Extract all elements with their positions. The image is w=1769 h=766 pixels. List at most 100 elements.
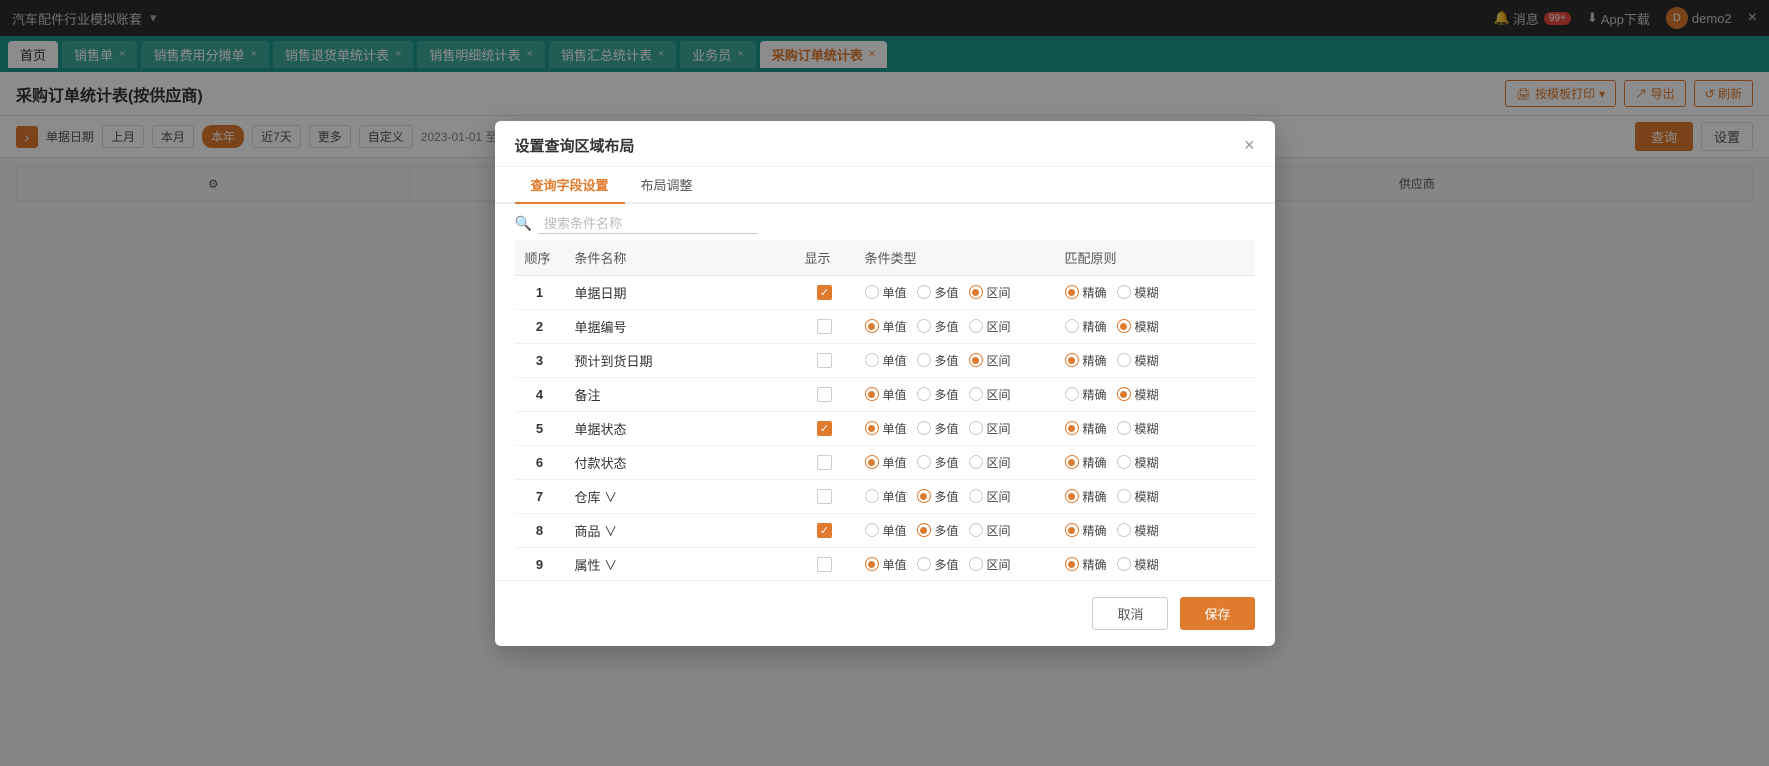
radio-match-fuzzy-9[interactable]: 模糊 — [1117, 556, 1159, 573]
radio-type-range-3[interactable]: 区间 — [969, 352, 1011, 369]
radio-type-single-3[interactable]: 单值 — [865, 352, 907, 369]
table-row: 3预计到货日期单值多值区间精确模糊 — [515, 343, 1255, 377]
checkbox-display-1[interactable] — [817, 285, 832, 300]
cell-type-5: 单值多值区间 — [855, 411, 1055, 445]
cell-type-2: 单值多值区间 — [855, 309, 1055, 343]
radio-type-single-1[interactable]: 单值 — [865, 284, 907, 301]
cell-display-1[interactable] — [795, 275, 855, 309]
radio-match-fuzzy-1[interactable]: 模糊 — [1117, 284, 1159, 301]
table-row: 7仓库 ∨单值多值区间精确模糊 — [515, 479, 1255, 513]
radio-match-exact-5[interactable]: 精确 — [1065, 420, 1107, 437]
cell-display-9[interactable] — [795, 547, 855, 580]
radio-match-fuzzy-7[interactable]: 模糊 — [1117, 488, 1159, 505]
cell-match-9: 精确模糊 — [1055, 547, 1255, 580]
cell-match-4: 精确模糊 — [1055, 377, 1255, 411]
save-label: 保存 — [1204, 607, 1230, 622]
radio-match-exact-8[interactable]: 精确 — [1065, 522, 1107, 539]
radio-type-multi-1[interactable]: 多值 — [917, 284, 959, 301]
radio-type-multi-4[interactable]: 多值 — [917, 386, 959, 403]
radio-match-fuzzy-3[interactable]: 模糊 — [1117, 352, 1159, 369]
cell-match-6: 精确模糊 — [1055, 445, 1255, 479]
radio-match-exact-7[interactable]: 精确 — [1065, 488, 1107, 505]
cell-name-9: 属性 ∨ — [565, 547, 795, 580]
dialog-tab-fields[interactable]: 查询字段设置 — [515, 167, 625, 204]
radio-type-multi-2[interactable]: 多值 — [917, 318, 959, 335]
checkbox-display-5[interactable] — [817, 421, 832, 436]
radio-type-single-8[interactable]: 单值 — [865, 522, 907, 539]
table-row: 4备注单值多值区间精确模糊 — [515, 377, 1255, 411]
cell-order-6: 6 — [515, 445, 565, 479]
radio-type-multi-3[interactable]: 多值 — [917, 352, 959, 369]
radio-match-exact-2[interactable]: 精确 — [1065, 318, 1107, 335]
radio-match-exact-3[interactable]: 精确 — [1065, 352, 1107, 369]
cell-display-2[interactable] — [795, 309, 855, 343]
cell-display-5[interactable] — [795, 411, 855, 445]
dialog-tab-layout[interactable]: 布局调整 — [625, 167, 709, 204]
radio-type-single-4[interactable]: 单值 — [865, 386, 907, 403]
cell-match-1: 精确模糊 — [1055, 275, 1255, 309]
search-input[interactable] — [538, 214, 758, 234]
dialog-tabs: 查询字段设置 布局调整 — [495, 167, 1275, 204]
radio-type-range-4[interactable]: 区间 — [969, 386, 1011, 403]
th-name: 条件名称 — [565, 240, 795, 276]
radio-match-exact-1[interactable]: 精确 — [1065, 284, 1107, 301]
checkbox-display-3[interactable] — [817, 353, 832, 368]
radio-match-fuzzy-5[interactable]: 模糊 — [1117, 420, 1159, 437]
radio-type-single-7[interactable]: 单值 — [865, 488, 907, 505]
radio-type-single-2[interactable]: 单值 — [865, 318, 907, 335]
cell-type-1: 单值多值区间 — [855, 275, 1055, 309]
radio-type-range-8[interactable]: 区间 — [969, 522, 1011, 539]
cell-order-8: 8 — [515, 513, 565, 547]
dialog-header: 设置查询区域布局 × — [495, 121, 1275, 167]
radio-type-multi-6[interactable]: 多值 — [917, 454, 959, 471]
radio-match-fuzzy-2[interactable]: 模糊 — [1117, 318, 1159, 335]
cell-display-7[interactable] — [795, 479, 855, 513]
dialog-table-wrap: 顺序 条件名称 显示 条件类型 匹配原则 1单据日期单值多值区间精确模糊2单据编… — [495, 240, 1275, 580]
radio-type-range-6[interactable]: 区间 — [969, 454, 1011, 471]
cell-order-5: 5 — [515, 411, 565, 445]
radio-type-multi-5[interactable]: 多值 — [917, 420, 959, 437]
cell-order-9: 9 — [515, 547, 565, 580]
cancel-button[interactable]: 取消 — [1092, 597, 1168, 630]
radio-type-range-7[interactable]: 区间 — [969, 488, 1011, 505]
table-row: 1单据日期单值多值区间精确模糊 — [515, 275, 1255, 309]
table-row: 6付款状态 单值多值区间 精确模糊 — [515, 445, 1255, 479]
cell-match-3: 精确模糊 — [1055, 343, 1255, 377]
cancel-label: 取消 — [1117, 607, 1143, 622]
radio-match-fuzzy-6[interactable]: 模糊 — [1117, 454, 1159, 471]
cell-match-2: 精确模糊 — [1055, 309, 1255, 343]
cell-display-6[interactable] — [795, 445, 855, 479]
radio-match-fuzzy-4[interactable]: 模糊 — [1117, 386, 1159, 403]
radio-type-single-9[interactable]: 单值 — [865, 556, 907, 573]
radio-match-exact-4[interactable]: 精确 — [1065, 386, 1107, 403]
checkbox-display-6[interactable] — [817, 455, 832, 470]
checkbox-display-4[interactable] — [817, 387, 832, 402]
table-row: 2单据编号单值多值区间精确模糊 — [515, 309, 1255, 343]
cell-name-6: 付款状态 — [565, 445, 795, 479]
radio-match-fuzzy-8[interactable]: 模糊 — [1117, 522, 1159, 539]
radio-match-exact-9[interactable]: 精确 — [1065, 556, 1107, 573]
radio-type-multi-9[interactable]: 多值 — [917, 556, 959, 573]
checkbox-display-9[interactable] — [817, 557, 832, 572]
save-button[interactable]: 保存 — [1180, 597, 1254, 630]
checkbox-display-8[interactable] — [817, 523, 832, 538]
cell-match-7: 精确模糊 — [1055, 479, 1255, 513]
cell-name-8: 商品 ∨ — [565, 513, 795, 547]
radio-type-range-1[interactable]: 区间 — [969, 284, 1011, 301]
cell-type-3: 单值多值区间 — [855, 343, 1055, 377]
radio-type-single-5[interactable]: 单值 — [865, 420, 907, 437]
radio-type-single-6[interactable]: 单值 — [865, 454, 907, 471]
radio-type-range-9[interactable]: 区间 — [969, 556, 1011, 573]
radio-match-exact-6[interactable]: 精确 — [1065, 454, 1107, 471]
cell-display-4[interactable] — [795, 377, 855, 411]
cell-type-9: 单值多值区间 — [855, 547, 1055, 580]
dialog-close-button[interactable]: × — [1244, 136, 1255, 154]
cell-display-8[interactable] — [795, 513, 855, 547]
radio-type-range-2[interactable]: 区间 — [969, 318, 1011, 335]
cell-display-3[interactable] — [795, 343, 855, 377]
radio-type-multi-7[interactable]: 多值 — [917, 488, 959, 505]
checkbox-display-7[interactable] — [817, 489, 832, 504]
checkbox-display-2[interactable] — [817, 319, 832, 334]
radio-type-multi-8[interactable]: 多值 — [917, 522, 959, 539]
radio-type-range-5[interactable]: 区间 — [969, 420, 1011, 437]
